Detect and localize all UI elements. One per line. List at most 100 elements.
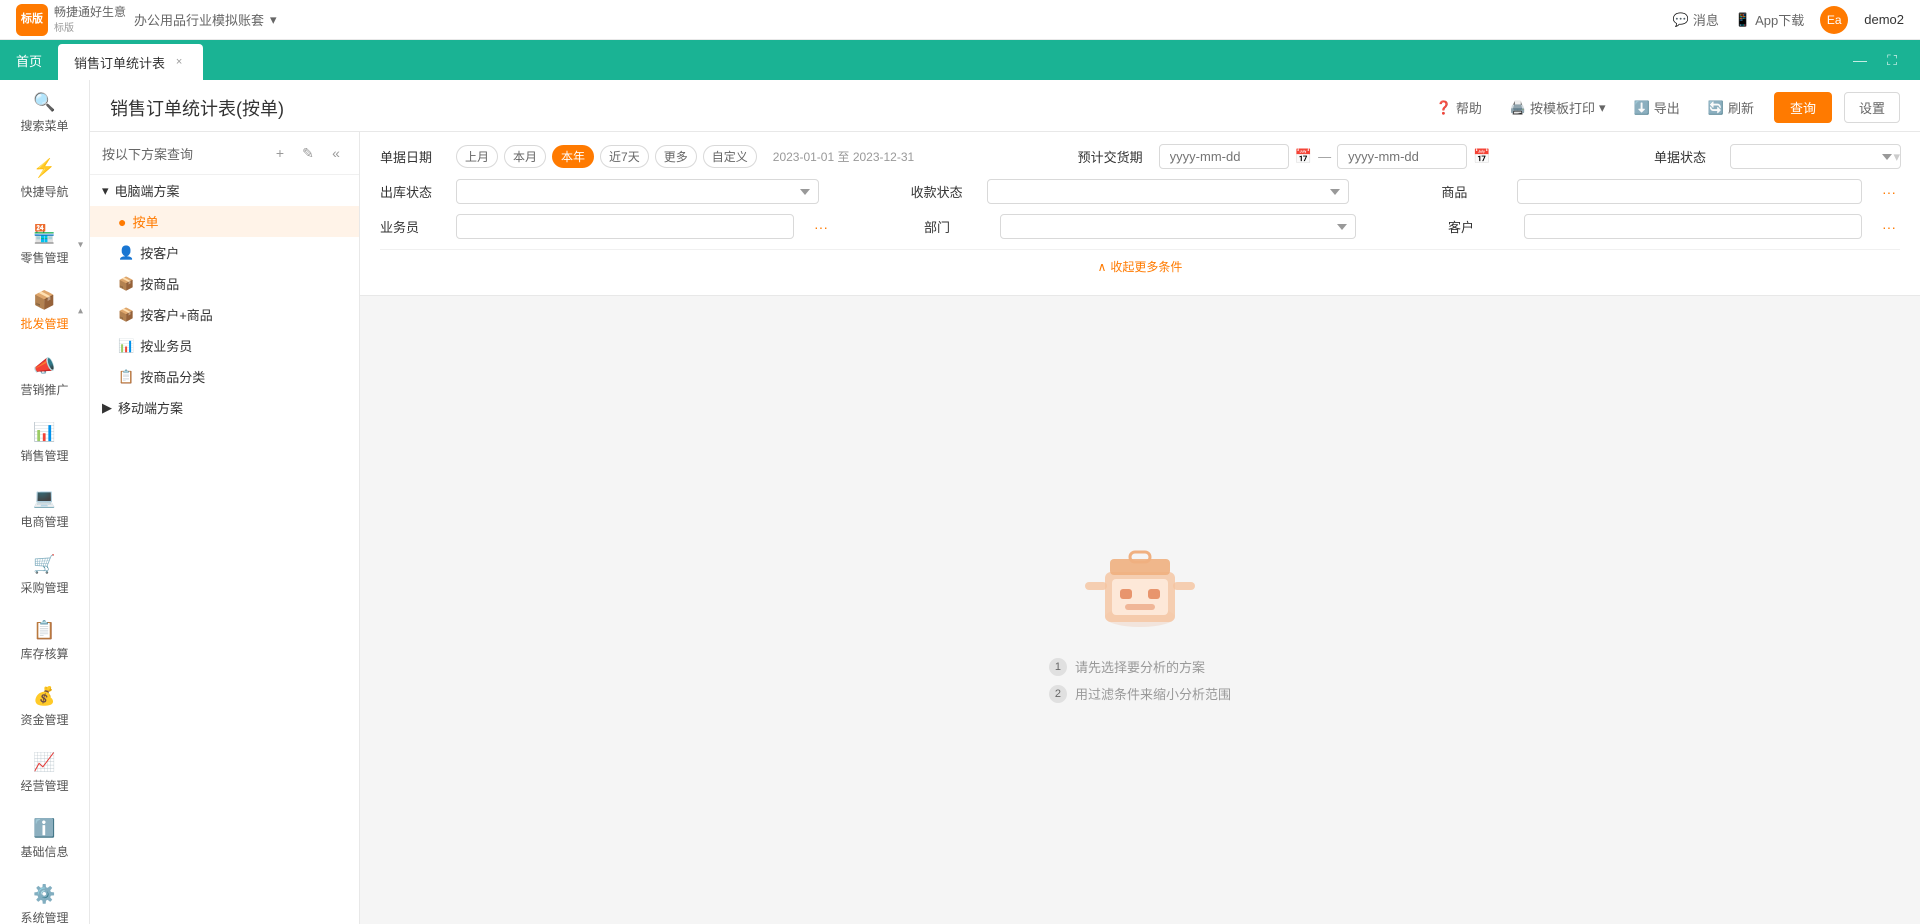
delivery-date-start-input[interactable]: [1159, 144, 1289, 169]
salesman-label: 业务员: [380, 217, 440, 236]
salesman-input[interactable]: [456, 214, 794, 239]
home-tab-label: 首页: [16, 51, 42, 70]
payment-status-select[interactable]: [987, 179, 1350, 204]
marketing-icon: 📣: [33, 356, 55, 377]
page-title: 销售订单统计表(按单): [110, 95, 284, 121]
tree-parent-pc[interactable]: ▾ 电脑端方案: [90, 175, 359, 206]
sidebar-item-basicinfo[interactable]: ℹ️ 基础信息: [0, 806, 89, 872]
sidebar-item-marketing[interactable]: 📣 营销推广: [0, 344, 89, 410]
by-category-icon: 📋: [118, 369, 134, 385]
edit-scheme-button[interactable]: ✎: [297, 142, 319, 164]
sidebar-item-wholesale[interactable]: 📦 批发管理 ▴: [0, 278, 89, 344]
sidebar-item-retail[interactable]: 🏪 零售管理 ▾: [0, 212, 89, 278]
tree-parent-mobile[interactable]: ▶ 移动端方案: [90, 392, 359, 423]
calendar-end-icon[interactable]: 📅: [1473, 148, 1490, 165]
tree-item-by-order[interactable]: ● 按单: [90, 206, 359, 237]
tab-sales-order[interactable]: 销售订单统计表 ×: [58, 44, 203, 80]
retail-arrow-icon: ▾: [78, 240, 83, 251]
message-icon: 💬: [1673, 12, 1689, 28]
collapse-more-conditions-button[interactable]: ∧ 收起更多条件: [380, 249, 1900, 283]
sidebar-item-sales[interactable]: 📊 销售管理: [0, 410, 89, 476]
tree-item-by-goods[interactable]: 📦 按商品: [90, 268, 359, 299]
logo-icon: 标版: [16, 4, 48, 36]
breadcrumb-text: 办公用品行业模拟账套: [134, 10, 264, 29]
sidebar-wholesale-label: 批发管理: [20, 315, 68, 332]
sidebar-item-quicknav[interactable]: ⚡ 快捷导航: [0, 146, 89, 212]
active-tab-label: 销售订单统计表: [74, 53, 165, 72]
add-scheme-button[interactable]: +: [269, 142, 291, 164]
delivery-date-end-input[interactable]: [1337, 144, 1467, 169]
help-button[interactable]: ❓ 帮助: [1428, 94, 1490, 121]
query-button[interactable]: 查询: [1774, 92, 1832, 123]
tab-maximize-button[interactable]: ⛶: [1880, 48, 1904, 72]
calendar-start-icon[interactable]: 📅: [1295, 148, 1312, 165]
date-this-year-button[interactable]: 本年: [552, 145, 594, 168]
date-last-7days-button[interactable]: 近7天: [600, 145, 649, 168]
refresh-button[interactable]: 🔄 刷新: [1700, 94, 1762, 121]
salesman-more-icon[interactable]: ···: [810, 219, 832, 235]
by-customer-icon: 👤: [118, 245, 134, 261]
tree-item-by-cust-goods[interactable]: 📦 按客户+商品: [90, 299, 359, 330]
wholesale-arrow-icon: ▴: [78, 306, 83, 317]
message-label: 消息: [1693, 10, 1719, 29]
shipment-status-select[interactable]: [456, 179, 819, 204]
date-this-month-button[interactable]: 本月: [504, 145, 546, 168]
retail-icon: 🏪: [33, 224, 55, 245]
tree-item-by-category[interactable]: 📋 按商品分类: [90, 361, 359, 392]
settings-button[interactable]: 设置: [1844, 92, 1900, 123]
date-more-button[interactable]: 更多: [655, 145, 697, 168]
tab-home[interactable]: 首页: [0, 40, 58, 80]
dept-label: 部门: [924, 217, 984, 236]
sidebar-quicknav-label: 快捷导航: [20, 183, 68, 200]
sales-icon: 📊: [33, 422, 55, 443]
goods-more-icon[interactable]: ···: [1878, 184, 1900, 200]
sidebar-item-purchase[interactable]: 🛒 采购管理: [0, 542, 89, 608]
user-name[interactable]: demo2: [1864, 12, 1904, 27]
sidebar-sales-label: 销售管理: [20, 447, 68, 464]
help-icon: ❓: [1436, 100, 1452, 116]
inventory-icon: 📋: [33, 620, 55, 641]
goods-input[interactable]: [1517, 179, 1862, 204]
purchase-icon: 🛒: [33, 554, 55, 575]
tab-minimize-button[interactable]: —: [1848, 48, 1872, 72]
empty-tip-1: 1 请先选择要分析的方案: [1049, 657, 1231, 676]
tip-text-2: 用过滤条件来缩小分析范围: [1075, 684, 1231, 703]
customer-input[interactable]: [1524, 214, 1862, 239]
tree-mobile-expand-icon: ▶: [102, 400, 112, 416]
page-header-actions: ❓ 帮助 🖨️ 按模板打印 ▾ ⬇️ 导出 🔄 刷新 查询 设置: [1428, 92, 1900, 123]
message-action[interactable]: 💬 消息: [1673, 10, 1719, 29]
operations-icon: 📈: [33, 752, 55, 773]
export-button[interactable]: ⬇️ 导出: [1626, 94, 1688, 121]
collapse-panel-button[interactable]: «: [325, 142, 347, 164]
mobile-icon: 📱: [1735, 12, 1751, 28]
tree-item-by-customer[interactable]: 👤 按客户: [90, 237, 359, 268]
empty-tip-2: 2 用过滤条件来缩小分析范围: [1049, 684, 1231, 703]
app-download-action[interactable]: 📱 App下载: [1735, 10, 1804, 29]
by-order-icon: ●: [118, 214, 126, 230]
sidebar-item-operations[interactable]: 📈 经营管理: [0, 740, 89, 806]
sidebar-item-system[interactable]: ⚙️ 系统管理: [0, 872, 89, 924]
date-custom-button[interactable]: 自定义: [703, 145, 757, 168]
sidebar-item-inventory[interactable]: 📋 库存核算: [0, 608, 89, 674]
top-bar: 标版 畅捷通好生意 标版 办公用品行业模拟账套 ▾ 💬 消息 📱 App下载 E…: [0, 0, 1920, 40]
tab-close-icon[interactable]: ×: [171, 54, 187, 70]
sidebar-item-ecommerce[interactable]: 💻 电商管理: [0, 476, 89, 542]
filter-row-status: 出库状态 收款状态 商品 ···: [380, 179, 1900, 204]
dept-select[interactable]: [1000, 214, 1356, 239]
sidebar: 🔍 搜索菜单 ⚡ 快捷导航 🏪 零售管理 ▾ 📦 批发管理 ▴ 📣 营销推广 📊…: [0, 80, 90, 924]
by-customer-label: 按客户: [140, 243, 347, 262]
customer-more-icon[interactable]: ···: [1878, 219, 1900, 235]
date-filter-label: 单据日期: [380, 147, 440, 166]
sidebar-item-search[interactable]: 🔍 搜索菜单: [0, 80, 89, 146]
tree-item-by-salesman[interactable]: 📊 按业务员: [90, 330, 359, 361]
print-button[interactable]: 🖨️ 按模板打印 ▾: [1502, 94, 1614, 121]
doc-status-select[interactable]: [1730, 144, 1901, 169]
avatar[interactable]: Ea: [1820, 6, 1848, 34]
sidebar-basicinfo-label: 基础信息: [20, 843, 68, 860]
wholesale-icon: 📦: [33, 290, 55, 311]
sidebar-item-finance[interactable]: 💰 资金管理: [0, 674, 89, 740]
breadcrumb-area[interactable]: 办公用品行业模拟账套 ▾: [134, 10, 277, 29]
refresh-icon: 🔄: [1708, 100, 1724, 116]
quick-nav-icon: ⚡: [33, 158, 55, 179]
date-last-month-button[interactable]: 上月: [456, 145, 498, 168]
